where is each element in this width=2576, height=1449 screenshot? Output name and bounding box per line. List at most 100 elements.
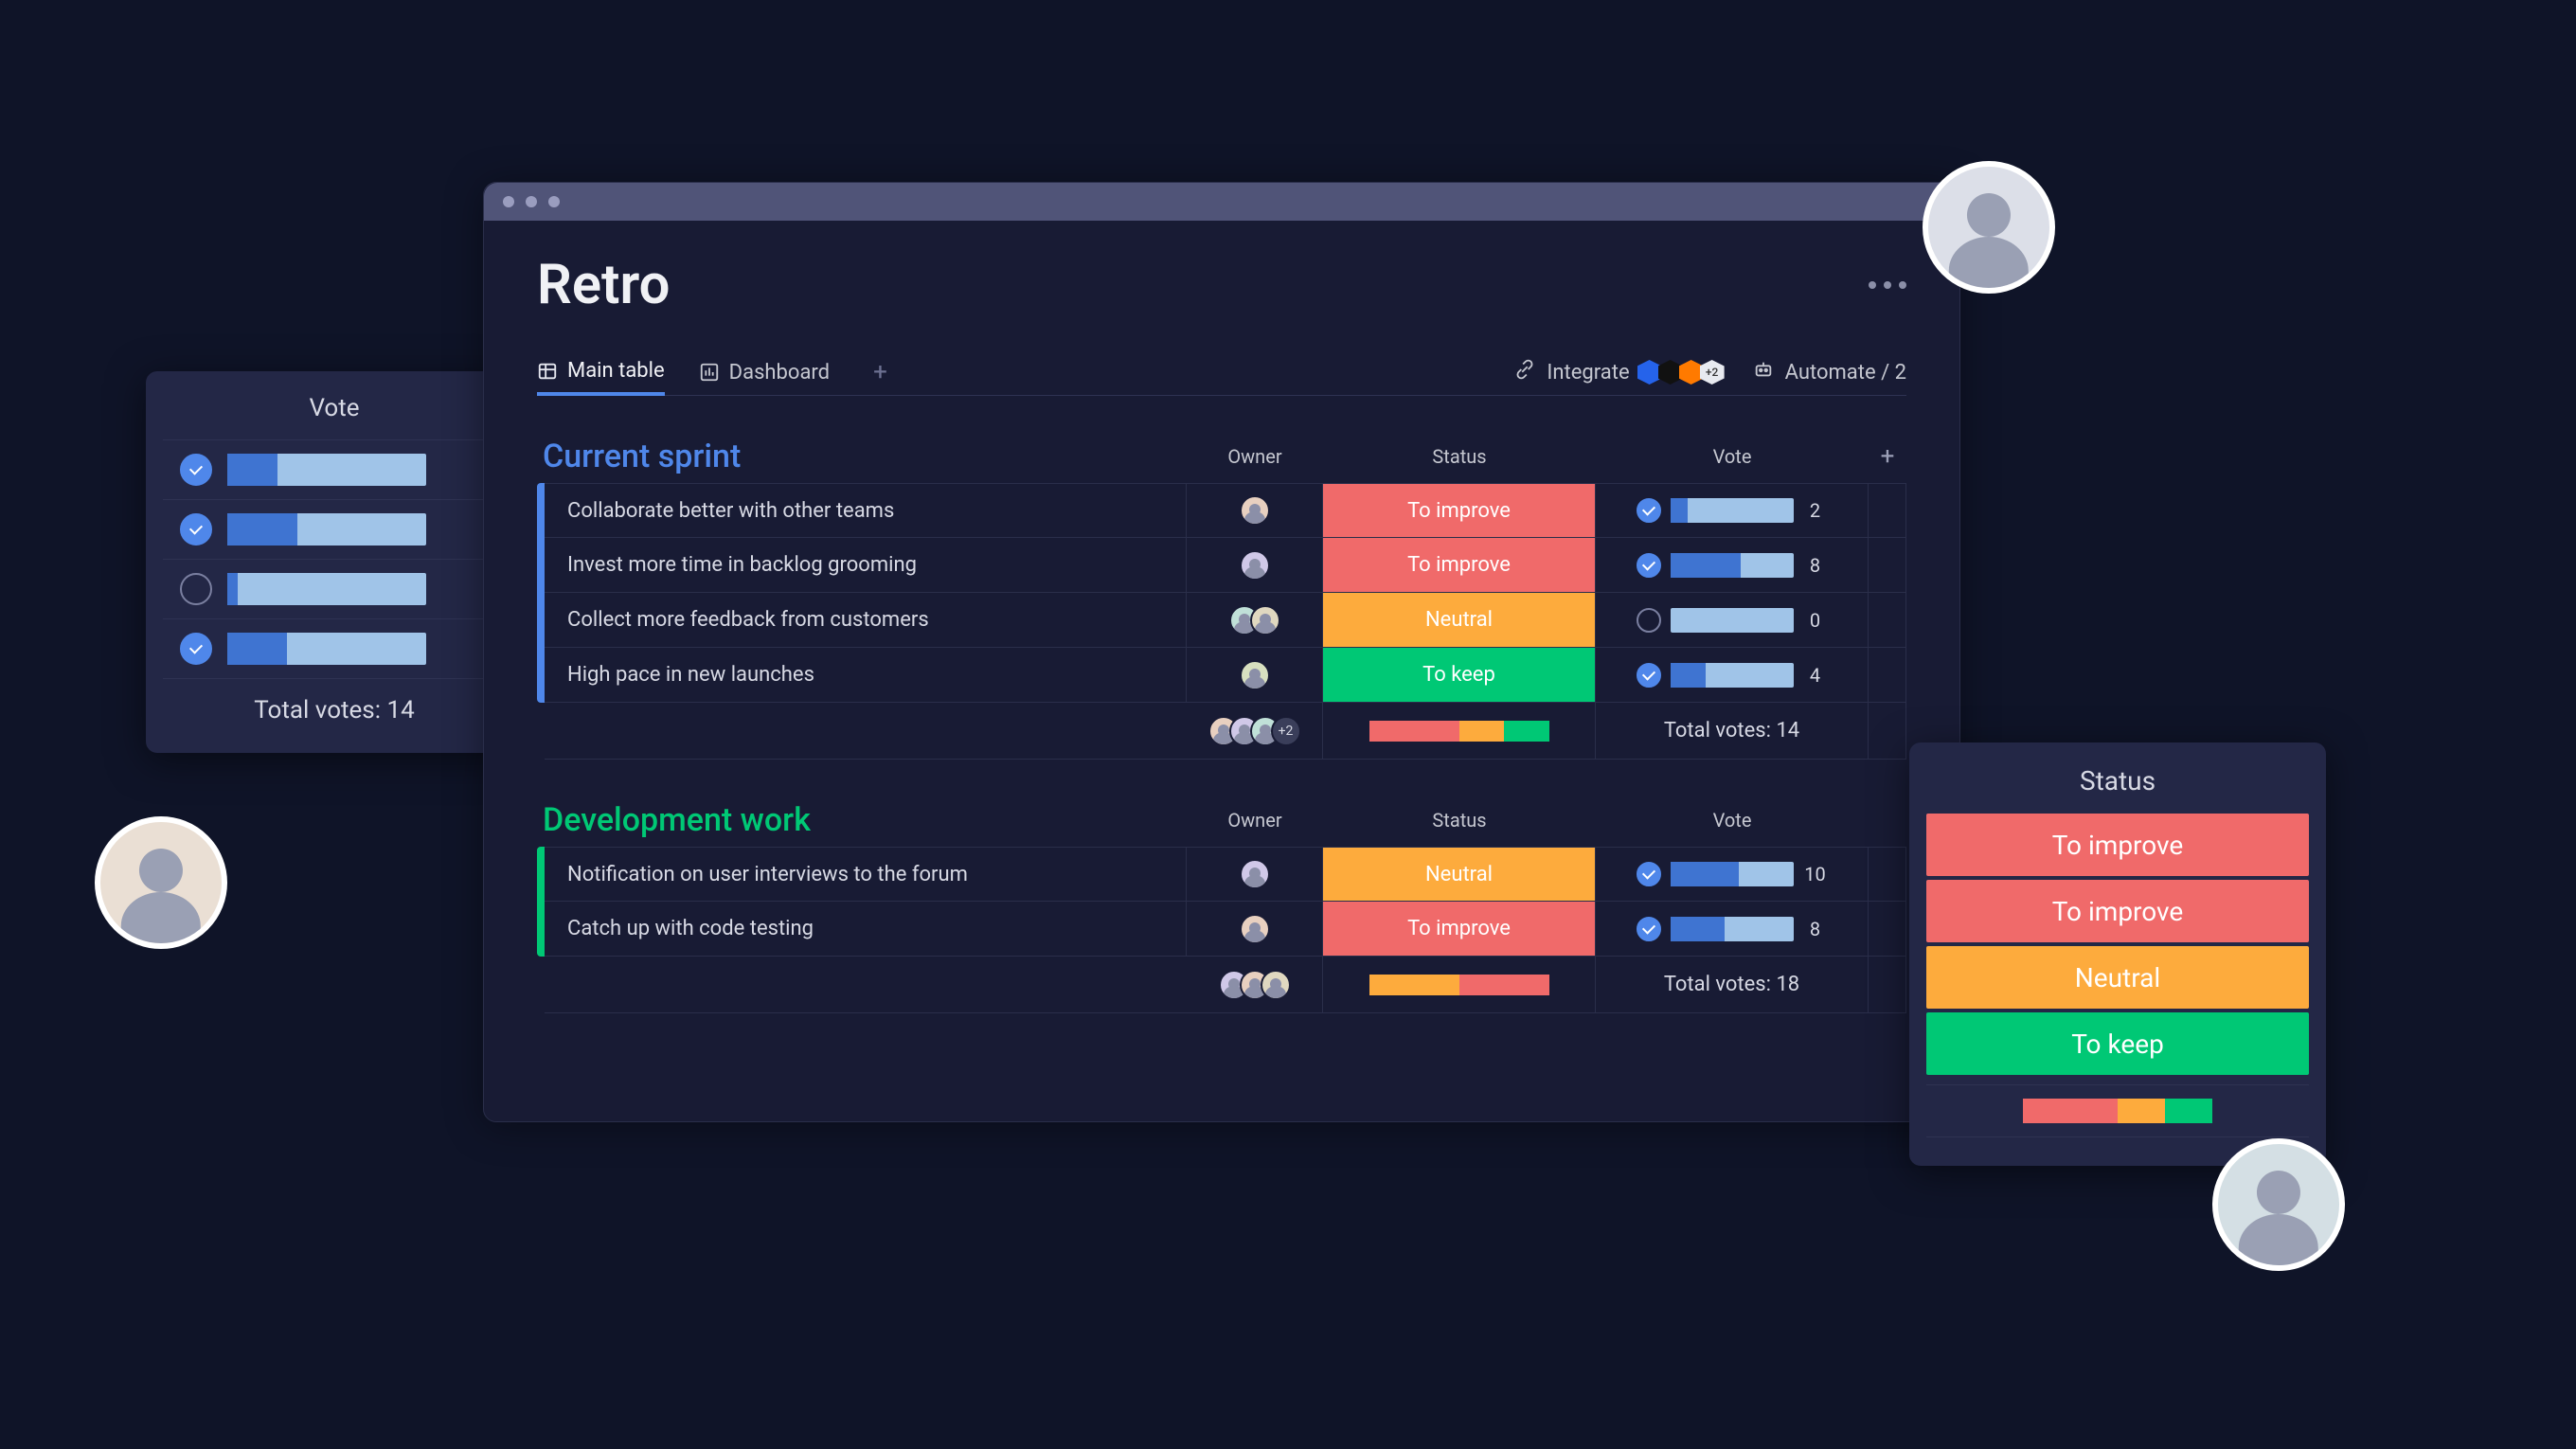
vote-cell[interactable]: 2 xyxy=(1596,483,1869,537)
vote-count: 8 xyxy=(1803,918,1828,940)
summary-status-cell xyxy=(1323,957,1596,1012)
page-title: Retro xyxy=(537,253,670,317)
status-pill[interactable]: Neutral xyxy=(1926,946,2309,1009)
vote-toggle[interactable] xyxy=(1637,498,1661,523)
table-row[interactable]: High pace in new launches To keep 4 xyxy=(545,648,1906,703)
status-cell[interactable]: Neutral xyxy=(1323,593,1596,647)
status-cell[interactable]: To improve xyxy=(1323,902,1596,956)
views-tabs: Main table Dashboard + Integrate xyxy=(537,349,1906,396)
extra-cell xyxy=(1869,648,1906,702)
summary-status-cell xyxy=(1323,703,1596,759)
owner-cell[interactable] xyxy=(1187,483,1323,537)
summary-extra-cell xyxy=(1869,703,1906,759)
vote-cell[interactable]: 4 xyxy=(1596,648,1869,702)
item-name[interactable]: Notification on user interviews to the f… xyxy=(545,847,1187,901)
vote-toggle[interactable] xyxy=(180,454,212,486)
group-section: Current sprint Owner Status Vote + Collab… xyxy=(537,438,1906,760)
table-row[interactable]: Collect more feedback from customers Neu… xyxy=(545,593,1906,648)
vote-toggle[interactable] xyxy=(1637,553,1661,578)
extra-cell xyxy=(1869,847,1906,901)
vote-toggle[interactable] xyxy=(1637,608,1661,633)
vote-count: 10 xyxy=(1803,863,1828,886)
integration-count: +2 xyxy=(1700,360,1725,385)
vote-bar xyxy=(1671,498,1794,523)
group-summary-row: +2 Total votes: 14 xyxy=(545,703,1906,760)
status-pill[interactable]: To keep xyxy=(1926,1012,2309,1075)
integrate-button[interactable]: Integrate +2 xyxy=(1514,359,1724,385)
owner-avatars[interactable] xyxy=(1229,605,1280,635)
status-widget: Status To improveTo improveNeutralTo kee… xyxy=(1909,742,2326,1166)
vote-count: 2 xyxy=(1803,499,1828,522)
owner-cell[interactable] xyxy=(1187,847,1323,901)
avatar[interactable] xyxy=(1240,660,1270,690)
table-row[interactable]: Notification on user interviews to the f… xyxy=(545,847,1906,902)
vote-widget-total: Total votes: 14 xyxy=(163,696,506,724)
tab-label: Dashboard xyxy=(729,361,830,385)
avatar[interactable] xyxy=(1240,914,1270,944)
avatar[interactable] xyxy=(1240,550,1270,581)
automate-label: Automate / 2 xyxy=(1785,361,1906,385)
vote-toggle[interactable] xyxy=(1637,862,1661,886)
extra-cell xyxy=(1869,483,1906,537)
tab-main-table[interactable]: Main table xyxy=(537,349,665,396)
group-body: Notification on user interviews to the f… xyxy=(537,847,1906,957)
table-row[interactable]: Collaborate better with other teams To i… xyxy=(545,483,1906,538)
vote-widget: Vote Total votes: 14 xyxy=(146,371,523,753)
status-cell[interactable]: Neutral xyxy=(1323,847,1596,901)
status-distribution-bar xyxy=(2023,1099,2212,1123)
table-row[interactable]: Catch up with code testing To improve 8 xyxy=(545,902,1906,957)
vote-widget-row xyxy=(163,439,506,500)
avatar-count: +2 xyxy=(1271,716,1301,746)
column-header-status: Status xyxy=(1323,445,1596,468)
summary-owner-cell: +2 xyxy=(1187,703,1323,759)
status-distribution-bar xyxy=(1369,975,1549,995)
item-name[interactable]: High pace in new launches xyxy=(545,648,1187,702)
vote-cell[interactable]: 0 xyxy=(1596,593,1869,647)
column-header-vote: Vote xyxy=(1596,809,1869,832)
vote-cell[interactable]: 10 xyxy=(1596,847,1869,901)
table-row[interactable]: Invest more time in backlog grooming To … xyxy=(545,538,1906,593)
summary-vote-cell: Total votes: 14 xyxy=(1596,703,1869,759)
integration-icons: +2 xyxy=(1641,360,1725,385)
group-title[interactable]: Development work xyxy=(543,801,1187,839)
add-view-button[interactable]: + xyxy=(864,358,897,386)
vote-toggle[interactable] xyxy=(1637,917,1661,941)
owner-cell[interactable] xyxy=(1187,902,1323,956)
status-cell[interactable]: To improve xyxy=(1323,483,1596,537)
owner-cell[interactable] xyxy=(1187,648,1323,702)
status-cell[interactable]: To keep xyxy=(1323,648,1596,702)
vote-count: 0 xyxy=(1803,609,1828,632)
vote-toggle[interactable] xyxy=(180,513,212,546)
status-cell[interactable]: To improve xyxy=(1323,538,1596,592)
item-name[interactable]: Catch up with code testing xyxy=(545,902,1187,956)
tab-dashboard[interactable]: Dashboard xyxy=(699,351,830,394)
vote-cell[interactable]: 8 xyxy=(1596,902,1869,956)
owner-cell[interactable] xyxy=(1187,538,1323,592)
plug-icon xyxy=(1514,359,1535,385)
vote-cell[interactable]: 8 xyxy=(1596,538,1869,592)
more-menu-button[interactable] xyxy=(1869,281,1906,289)
owner-cell[interactable] xyxy=(1187,593,1323,647)
status-widget-title: Status xyxy=(1926,765,2309,796)
add-column-button[interactable]: + xyxy=(1869,442,1906,471)
window-dot xyxy=(503,196,514,207)
item-name[interactable]: Collaborate better with other teams xyxy=(545,483,1187,537)
robot-icon xyxy=(1753,359,1774,385)
status-pill[interactable]: To improve xyxy=(1926,814,2309,876)
vote-count: 8 xyxy=(1803,554,1828,577)
status-pill[interactable]: To improve xyxy=(1926,880,2309,942)
vote-toggle[interactable] xyxy=(1637,663,1661,688)
group-header: Current sprint Owner Status Vote + xyxy=(537,438,1906,475)
vote-bar xyxy=(1671,608,1794,633)
avatar[interactable] xyxy=(1240,859,1270,889)
vote-count: 4 xyxy=(1803,664,1828,687)
avatar[interactable] xyxy=(1240,495,1270,526)
tab-label: Main table xyxy=(567,359,665,383)
item-name[interactable]: Invest more time in backlog grooming xyxy=(545,538,1187,592)
item-name[interactable]: Collect more feedback from customers xyxy=(545,593,1187,647)
vote-toggle[interactable] xyxy=(180,633,212,665)
vote-toggle[interactable] xyxy=(180,573,212,605)
automate-button[interactable]: Automate / 2 xyxy=(1753,359,1906,385)
group-title[interactable]: Current sprint xyxy=(543,438,1187,475)
vote-bar xyxy=(1671,663,1794,688)
